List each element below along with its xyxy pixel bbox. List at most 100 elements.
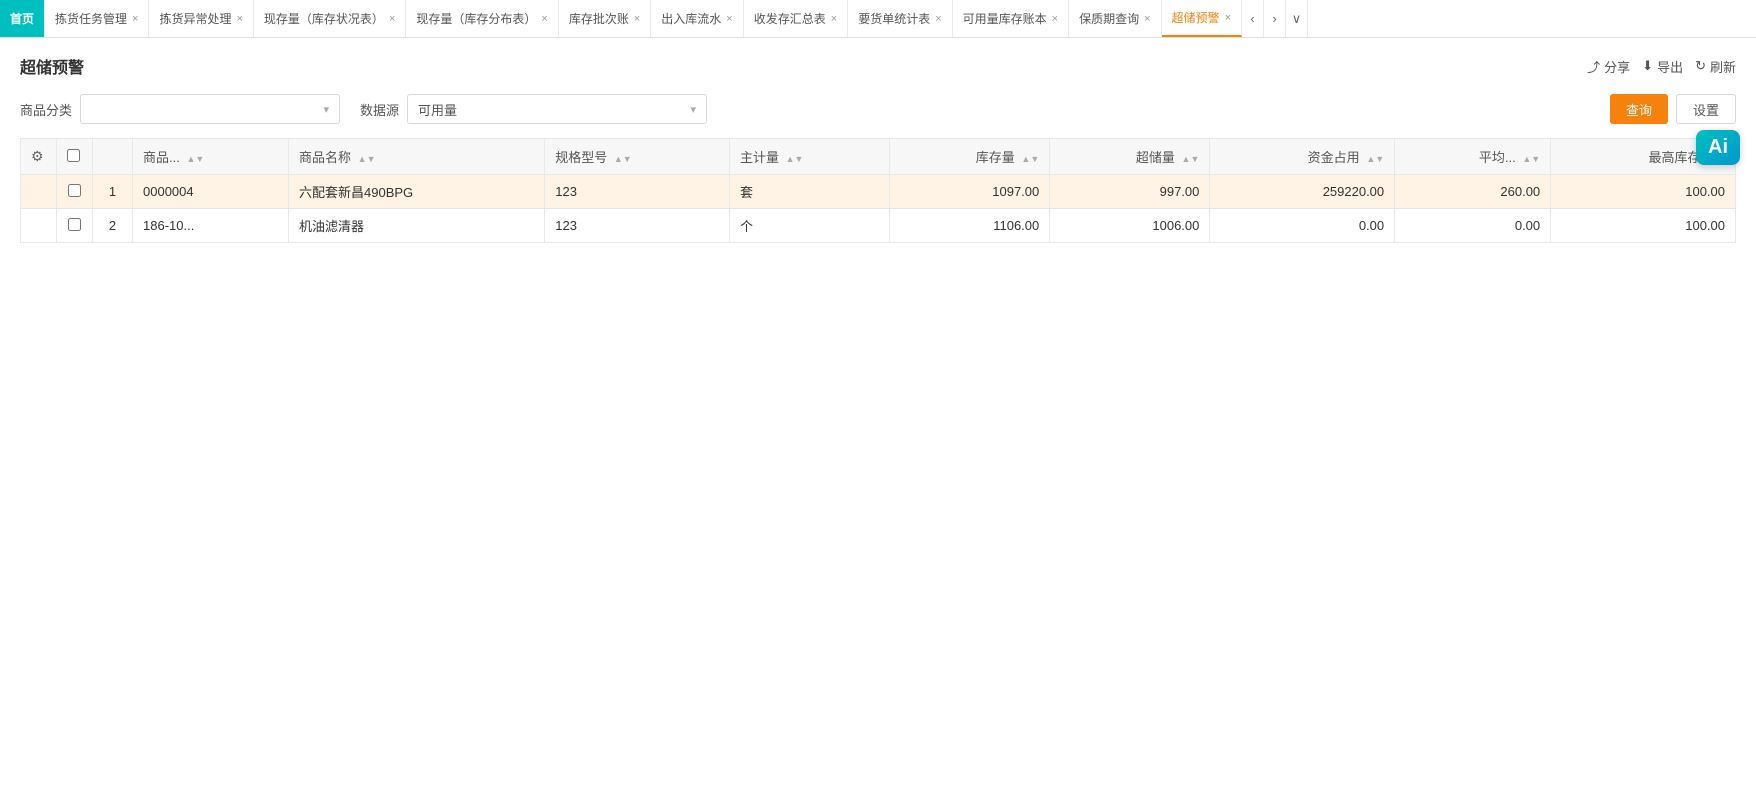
th-stock-label: 库存量 [976, 150, 1015, 165]
td-spec: 123 [545, 209, 730, 243]
th-gear[interactable]: ⚙ [21, 139, 57, 175]
tab-t5-label: 库存批次账 [569, 10, 629, 27]
ai-badge[interactable]: Ai [1696, 130, 1740, 165]
tab-t10[interactable]: 保质期查询 × [1069, 0, 1161, 37]
tab-t10-label: 保质期查询 [1079, 10, 1139, 27]
td-stock: 1106.00 [890, 209, 1050, 243]
td-product-name: 机油滤清器 [289, 209, 545, 243]
chevron-down-icon: ▾ [323, 103, 329, 116]
td-product-code: 0000004 [133, 175, 289, 209]
td-avg: 0.00 [1395, 209, 1551, 243]
sort-icon: ▲▼ [1366, 154, 1384, 164]
tab-t3-label: 现存量（库存状况表） [264, 10, 384, 27]
td-spec: 123 [545, 175, 730, 209]
category-select[interactable]: ▾ [80, 94, 340, 124]
close-icon[interactable]: × [1144, 13, 1150, 25]
filter-category: 商品分类 ▾ [20, 94, 340, 124]
td-checkbox-cell[interactable] [57, 209, 93, 243]
page-header: 超储预警 ⤴ 分享 ⬇ 导出 ↻ 刷新 [20, 54, 1736, 78]
tab-t2[interactable]: 拣货异常处理 × [149, 0, 253, 37]
datasource-select[interactable]: 可用量 ▾ [407, 94, 707, 124]
th-over-stock[interactable]: 超储量 ▲▼ [1050, 139, 1210, 175]
close-icon[interactable]: × [726, 13, 732, 25]
th-capital-label: 资金占用 [1308, 150, 1360, 165]
tab-t2-label: 拣货异常处理 [159, 10, 231, 27]
filter-buttons: 查询 设置 [1610, 94, 1736, 124]
nav-more-button[interactable]: ∨ [1286, 0, 1308, 37]
td-checkbox-cell[interactable] [57, 175, 93, 209]
tab-t7-label: 收发存汇总表 [754, 10, 826, 27]
td-max-stock: 100.00 [1551, 209, 1736, 243]
th-capital[interactable]: 资金占用 ▲▼ [1210, 139, 1395, 175]
th-product-name[interactable]: 商品名称 ▲▼ [289, 139, 545, 175]
header-actions: ⤴ 分享 ⬇ 导出 ↻ 刷新 [1587, 57, 1736, 76]
nav-next-button[interactable]: › [1264, 0, 1286, 37]
table-row: 2 186-10... 机油滤清器 123 个 1106.00 1006.00 … [21, 209, 1736, 243]
nav-prev-button[interactable]: ‹ [1242, 0, 1264, 37]
close-icon[interactable]: × [132, 13, 138, 25]
export-label: 导出 [1657, 57, 1683, 76]
tab-t4-label: 现存量（库存分布表） [416, 10, 536, 27]
gear-icon[interactable]: ⚙ [31, 148, 44, 164]
tab-t8-label: 要货单统计表 [858, 10, 930, 27]
close-icon[interactable]: × [236, 13, 242, 25]
refresh-label: 刷新 [1710, 57, 1736, 76]
tab-t9[interactable]: 可用量库存账本 × [953, 0, 1069, 37]
close-icon[interactable]: × [935, 13, 941, 25]
filter-row: 商品分类 ▾ 数据源 可用量 ▾ 查询 设置 [20, 94, 1736, 124]
th-index [93, 139, 133, 175]
close-icon[interactable]: × [1225, 12, 1231, 24]
tab-t1[interactable]: 拣货任务管理 × [45, 0, 149, 37]
category-label: 商品分类 [20, 100, 72, 119]
th-checkbox[interactable] [57, 139, 93, 175]
sort-icon: ▲▼ [1522, 154, 1540, 164]
row-checkbox[interactable] [68, 184, 81, 197]
th-unit[interactable]: 主计量 ▲▼ [730, 139, 890, 175]
tab-t11-label: 超储预警 [1172, 9, 1220, 26]
tab-home[interactable]: 首页 [0, 0, 45, 37]
row-checkbox[interactable] [68, 218, 81, 231]
tab-t6-label: 出入库流水 [661, 10, 721, 27]
close-icon[interactable]: × [634, 13, 640, 25]
refresh-button[interactable]: ↻ 刷新 [1695, 57, 1736, 76]
settings-button[interactable]: 设置 [1676, 94, 1736, 124]
query-button[interactable]: 查询 [1610, 94, 1668, 124]
th-product-code-label: 商品... [143, 150, 180, 165]
tab-t7[interactable]: 收发存汇总表 × [744, 0, 848, 37]
td-unit: 套 [730, 175, 890, 209]
sort-icon: ▲▼ [1182, 154, 1200, 164]
datasource-label: 数据源 [360, 100, 399, 119]
share-button[interactable]: ⤴ 分享 [1587, 57, 1630, 76]
export-button[interactable]: ⬇ 导出 [1642, 57, 1683, 76]
sort-icon: ▲▼ [1021, 154, 1039, 164]
datasource-value: 可用量 [418, 100, 457, 119]
th-avg[interactable]: 平均... ▲▼ [1395, 139, 1551, 175]
close-icon[interactable]: × [389, 13, 395, 25]
page-title: 超储预警 [20, 54, 84, 78]
tab-t6[interactable]: 出入库流水 × [651, 0, 743, 37]
sort-icon: ▲▼ [614, 154, 632, 164]
td-product-name: 六配套新昌490BPG [289, 175, 545, 209]
sort-icon: ▲▼ [186, 154, 204, 164]
th-avg-label: 平均... [1479, 150, 1516, 165]
th-product-code[interactable]: 商品... ▲▼ [133, 139, 289, 175]
td-index: 2 [93, 209, 133, 243]
tab-t4[interactable]: 现存量（库存分布表） × [406, 0, 558, 37]
td-gear-cell [21, 175, 57, 209]
td-max-stock: 100.00 [1551, 175, 1736, 209]
td-index: 1 [93, 175, 133, 209]
data-table: ⚙ 商品... ▲▼ 商品名称 ▲▼ 规格型号 ▲▼ [20, 138, 1736, 243]
th-stock[interactable]: 库存量 ▲▼ [890, 139, 1050, 175]
td-capital: 0.00 [1210, 209, 1395, 243]
th-spec[interactable]: 规格型号 ▲▼ [545, 139, 730, 175]
tab-t5[interactable]: 库存批次账 × [559, 0, 651, 37]
close-icon[interactable]: × [831, 13, 837, 25]
close-icon[interactable]: × [541, 13, 547, 25]
tab-t11[interactable]: 超储预警 × [1162, 0, 1242, 37]
td-product-code: 186-10... [133, 209, 289, 243]
topbar: 首页 拣货任务管理 × 拣货异常处理 × 现存量（库存状况表） × 现存量（库存… [0, 0, 1756, 38]
select-all-checkbox[interactable] [67, 149, 80, 162]
tab-t8[interactable]: 要货单统计表 × [848, 0, 952, 37]
tab-t3[interactable]: 现存量（库存状况表） × [254, 0, 406, 37]
close-icon[interactable]: × [1052, 13, 1058, 25]
